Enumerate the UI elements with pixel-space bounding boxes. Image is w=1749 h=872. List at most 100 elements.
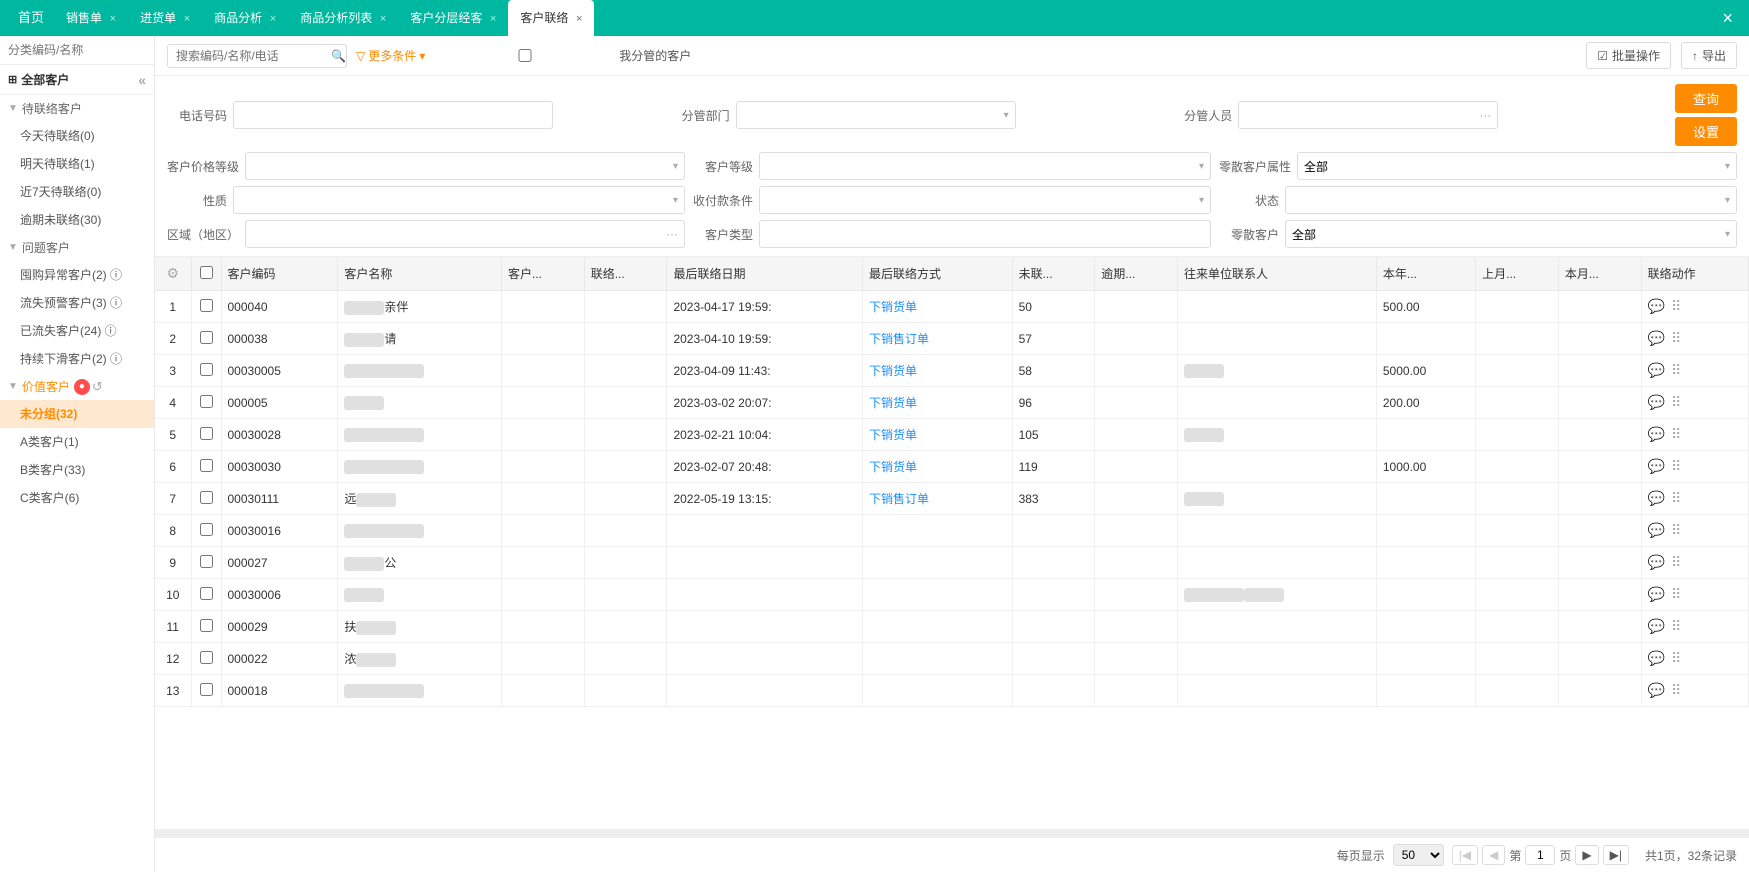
close-customer-contact-icon[interactable]: × [576, 13, 582, 25]
row-select-checkbox[interactable] [200, 331, 213, 344]
close-goods-analysis-icon[interactable]: × [270, 13, 276, 25]
row-select-checkbox[interactable] [200, 619, 213, 632]
chat-icon[interactable]: 💬 [1648, 298, 1665, 315]
apps-icon[interactable]: ⠿ [1671, 394, 1681, 411]
apps-icon[interactable]: ⠿ [1671, 330, 1681, 347]
apps-icon[interactable]: ⠿ [1671, 298, 1681, 315]
close-sales-icon[interactable]: × [110, 13, 116, 25]
row-select-checkbox[interactable] [200, 299, 213, 312]
chat-icon[interactable]: 💬 [1648, 490, 1665, 507]
reset-btn[interactable]: 设置 [1675, 117, 1737, 146]
sidebar-item-class-c[interactable]: C类客户(6) [0, 484, 154, 512]
batch-operation-btn[interactable]: ☑ 批量操作 [1586, 42, 1671, 69]
sidebar-all-customers-header[interactable]: ⊞ 全部客户 « [0, 65, 154, 95]
apps-icon[interactable]: ⠿ [1671, 426, 1681, 443]
query-btn[interactable]: 查询 [1675, 84, 1737, 113]
status-select[interactable]: ▾ [1285, 186, 1737, 214]
first-page-btn[interactable]: |◀ [1452, 845, 1478, 865]
search-input[interactable] [167, 44, 347, 68]
apps-icon[interactable]: ⠿ [1671, 362, 1681, 379]
close-goods-list-icon[interactable]: × [380, 13, 386, 25]
select-all-checkbox[interactable] [200, 266, 213, 279]
apps-icon[interactable]: ⠿ [1671, 618, 1681, 635]
customer-type-select[interactable] [759, 220, 1211, 248]
chat-icon[interactable]: 💬 [1648, 554, 1665, 571]
close-all-tabs[interactable]: × [1714, 8, 1741, 29]
my-customer-checkbox[interactable] [435, 49, 615, 62]
sidebar-item-overdue-pending[interactable]: 逾期未联络(30) [0, 206, 154, 234]
nav-customer-contact[interactable]: 客户联络 × [508, 0, 594, 36]
row-select-checkbox[interactable] [200, 395, 213, 408]
export-btn[interactable]: ↑ 导出 [1681, 42, 1737, 69]
row-select-checkbox[interactable] [200, 523, 213, 536]
sidebar-group-pending[interactable]: ▼ 待联络客户 [0, 95, 154, 122]
gear-icon[interactable]: ⚙ [166, 265, 179, 281]
page-size-select[interactable]: 50 100 200 [1393, 844, 1444, 866]
apps-icon[interactable]: ⠿ [1671, 554, 1681, 571]
filter-search-icon[interactable]: 🔍 [331, 49, 346, 63]
retail-attr-select[interactable]: 全部 ▾ [1297, 152, 1737, 180]
sidebar-item-ungroup[interactable]: 未分组(32) [0, 400, 154, 428]
close-customer-layer-icon[interactable]: × [490, 13, 496, 25]
row-select-checkbox[interactable] [200, 459, 213, 472]
h-scrollbar[interactable] [155, 829, 1749, 837]
phone-input[interactable] [233, 101, 553, 129]
row-select-checkbox[interactable] [200, 363, 213, 376]
chat-icon[interactable]: 💬 [1648, 650, 1665, 667]
row-select-checkbox[interactable] [200, 491, 213, 504]
nav-purchase[interactable]: 进货单 × [128, 0, 202, 36]
customer-grade-select[interactable]: ▾ [759, 152, 1211, 180]
chat-icon[interactable]: 💬 [1648, 458, 1665, 475]
chat-icon[interactable]: 💬 [1648, 394, 1665, 411]
row-select-checkbox[interactable] [200, 651, 213, 664]
refresh-icon[interactable]: ↺ [92, 379, 103, 395]
more-filter-btn[interactable]: ▽ 更多条件 ▾ [356, 47, 425, 64]
sidebar-collapse-icon[interactable]: « [138, 72, 146, 88]
chat-icon[interactable]: 💬 [1648, 330, 1665, 347]
apps-icon[interactable]: ⠿ [1671, 522, 1681, 539]
sidebar-item-today-pending[interactable]: 今天待联络(0) [0, 122, 154, 150]
page-input[interactable] [1525, 845, 1555, 865]
chat-icon[interactable]: 💬 [1648, 362, 1665, 379]
apps-icon[interactable]: ⠿ [1671, 586, 1681, 603]
chat-icon[interactable]: 💬 [1648, 426, 1665, 443]
apps-icon[interactable]: ⠿ [1671, 490, 1681, 507]
sidebar-item-churned[interactable]: 已流失客户(24) ⓘ [0, 317, 154, 345]
chat-icon[interactable]: 💬 [1648, 618, 1665, 635]
sidebar-item-class-a[interactable]: A类客户(1) [0, 428, 154, 456]
last-page-btn[interactable]: ▶| [1603, 845, 1629, 865]
chat-icon[interactable]: 💬 [1648, 586, 1665, 603]
nav-customer-layer[interactable]: 客户分层经客 × [398, 0, 508, 36]
sidebar-group-problem[interactable]: ▼ 问题客户 [0, 234, 154, 261]
sidebar-item-churn-warning[interactable]: 流失预警客户(3) ⓘ [0, 289, 154, 317]
sidebar-item-7days-pending[interactable]: 近7天待联络(0) [0, 178, 154, 206]
nav-home[interactable]: 首页 [8, 0, 54, 36]
staff-select[interactable]: ··· [1238, 101, 1498, 129]
gender-select[interactable]: ▾ [233, 186, 685, 214]
sidebar-group-value[interactable]: ▼ 价值客户 ● ↺ [0, 373, 154, 400]
price-grade-select[interactable]: ▾ [245, 152, 685, 180]
nav-goods-list[interactable]: 商品分析列表 × [288, 0, 398, 36]
row-select-checkbox[interactable] [200, 683, 213, 696]
dept-select[interactable]: ▾ [736, 101, 1016, 129]
next-page-btn[interactable]: ▶ [1575, 845, 1598, 865]
region-select[interactable]: ··· [245, 220, 685, 248]
prev-page-btn[interactable]: ◀ [1482, 845, 1505, 865]
nav-goods-analysis[interactable]: 商品分析 × [202, 0, 288, 36]
apps-icon[interactable]: ⠿ [1671, 458, 1681, 475]
chat-icon[interactable]: 💬 [1648, 682, 1665, 699]
retail-customer-select[interactable]: 全部 ▾ [1285, 220, 1737, 248]
sidebar-item-declining[interactable]: 持续下滑客户(2) ⓘ [0, 345, 154, 373]
sidebar-search-input[interactable] [8, 43, 155, 57]
apps-icon[interactable]: ⠿ [1671, 682, 1681, 699]
close-purchase-icon[interactable]: × [184, 13, 190, 25]
apps-icon[interactable]: ⠿ [1671, 650, 1681, 667]
sidebar-item-class-b[interactable]: B类客户(33) [0, 456, 154, 484]
my-customer-checkbox-label[interactable]: 我分管的客户 [435, 47, 691, 64]
sidebar-item-tomorrow-pending[interactable]: 明天待联络(1) [0, 150, 154, 178]
sidebar-item-hoard-abnormal[interactable]: 囤购异常客户(2) ⓘ [0, 261, 154, 289]
pay-select[interactable]: ▾ [759, 186, 1211, 214]
row-select-checkbox[interactable] [200, 427, 213, 440]
row-select-checkbox[interactable] [200, 587, 213, 600]
nav-sales[interactable]: 销售单 × [54, 0, 128, 36]
